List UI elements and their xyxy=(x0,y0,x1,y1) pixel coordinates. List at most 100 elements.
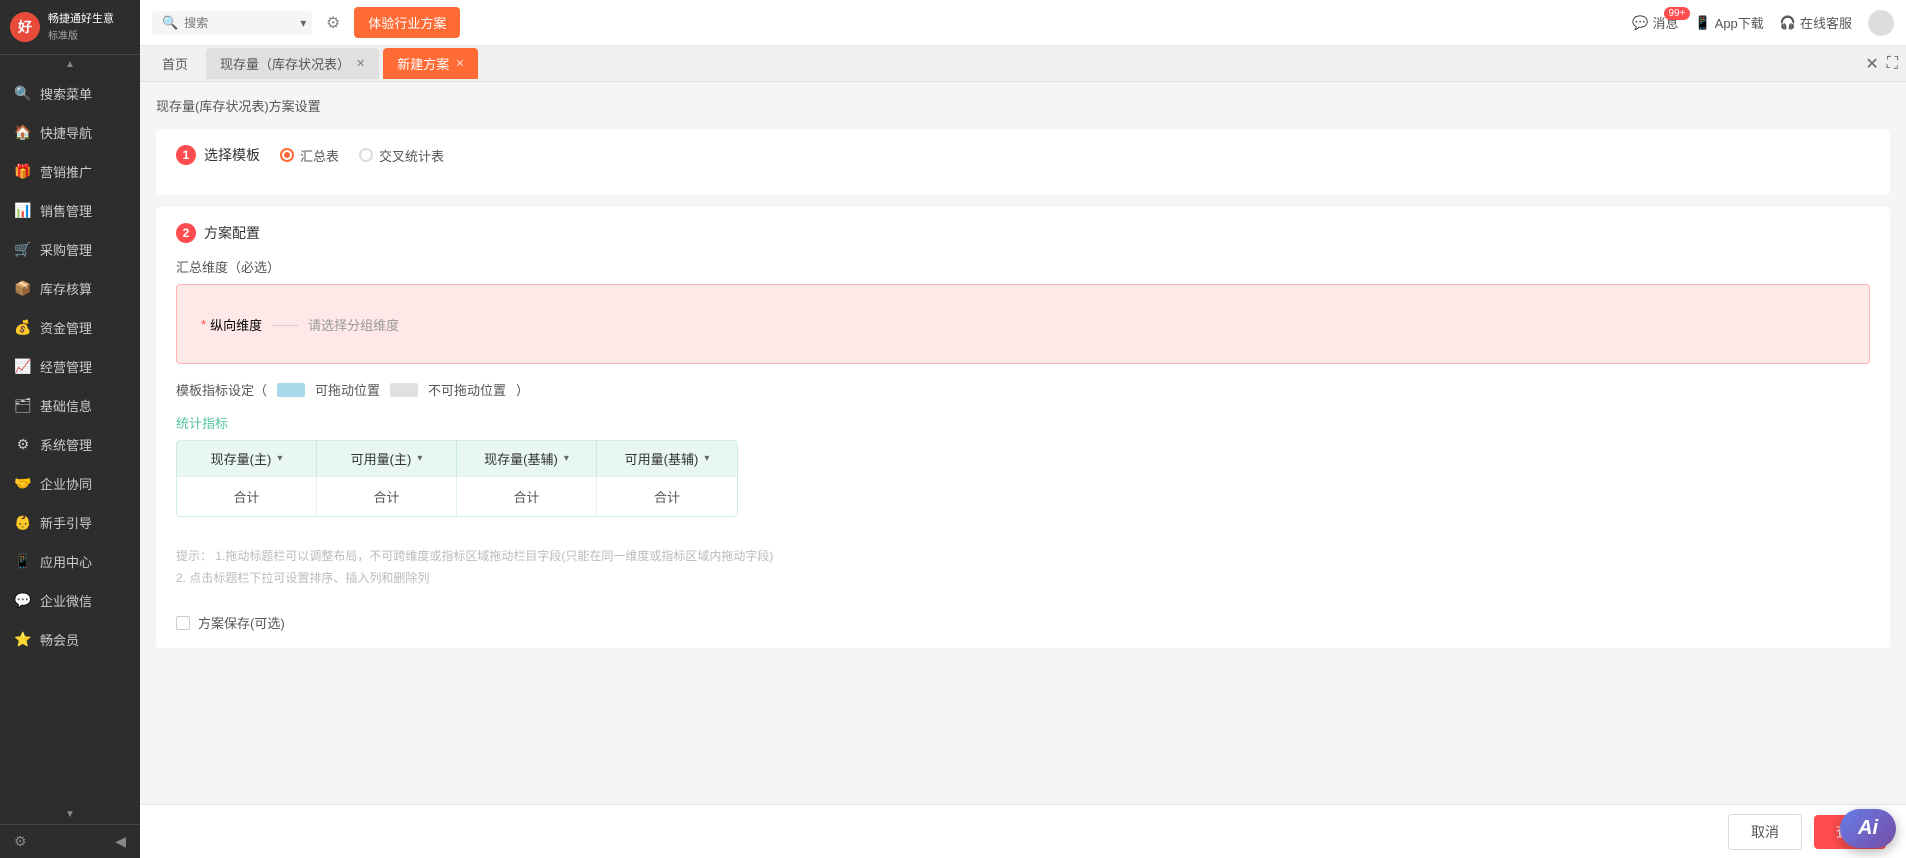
stats-table: 现存量(主) ▾ 可用量(主) ▾ 现存量(基辅) ▾ 可用量(基辅) xyxy=(176,440,738,517)
step2-header: 2 方案配置 xyxy=(176,223,1870,243)
stats-header-base-qty[interactable]: 现存量(基辅) ▾ xyxy=(457,441,597,476)
main-qty-chevron: ▾ xyxy=(277,453,282,464)
ai-fab-button[interactable]: Ai xyxy=(1840,809,1896,848)
available-qty-label: 可用量(主) xyxy=(351,449,412,468)
radio-cross-circle xyxy=(359,148,373,162)
stats-header-available-qty[interactable]: 可用量(主) ▾ xyxy=(317,441,457,476)
base-available-label: 可用量(基辅) xyxy=(625,449,699,468)
search-input[interactable] xyxy=(184,16,294,30)
topbar-gear-icon[interactable]: ⚙ xyxy=(326,13,340,33)
sidebar-item-newbie[interactable]: 👶 新手引导 xyxy=(0,503,140,542)
user-menu[interactable] xyxy=(1868,10,1894,36)
footer-bar: 取消 查询 xyxy=(140,804,1906,858)
sidebar-menu: 🔍 搜索菜单 🏠 快捷导航 🎁 营销推广 📊 销售管理 🛒 采购管理 📦 库存核… xyxy=(0,74,140,805)
tab-inventory-status[interactable]: 现存量（库存状况表） ✕ xyxy=(206,48,379,79)
sidebar-item-sales[interactable]: 📊 销售管理 xyxy=(0,191,140,230)
stats-body-available-qty: 合计 xyxy=(317,477,457,516)
folder-icon: 🗂 xyxy=(14,397,32,415)
search-dropdown-button[interactable]: ▾ xyxy=(300,16,306,30)
stats-body-base-qty: 合计 xyxy=(457,477,597,516)
search-box[interactable]: 🔍 ▾ xyxy=(152,11,312,35)
sidebar-scroll-up[interactable]: ▲ xyxy=(0,55,140,74)
sidebar-scroll-down[interactable]: ▼ xyxy=(0,805,140,824)
save-section: 方案保存(可选) xyxy=(176,613,1870,632)
sidebar-item-wechat[interactable]: 💬 企业微信 xyxy=(0,581,140,620)
chart-icon: 📊 xyxy=(14,202,32,220)
template-setting-prefix: 模板指标设定（ xyxy=(176,380,267,399)
sidebar-item-apps[interactable]: 📱 应用中心 xyxy=(0,542,140,581)
sidebar-item-basic[interactable]: 🗂 基础信息 xyxy=(0,386,140,425)
radio-summary[interactable]: 汇总表 xyxy=(280,146,339,165)
topbar: 🔍 ▾ ⚙ 体验行业方案 💬 消息 99+ 📱 App下载 🎧 在线客服 xyxy=(140,0,1906,46)
movable-label: 可拖动位置 xyxy=(315,380,380,399)
stats-body-row: 合计 合计 合计 合计 xyxy=(177,476,737,516)
online-service-button[interactable]: 🎧 在线客服 xyxy=(1780,13,1852,32)
stats-header-main-qty[interactable]: 现存量(主) ▾ xyxy=(177,441,317,476)
separator: —— xyxy=(272,317,298,332)
sidebar-item-label: 企业微信 xyxy=(40,591,92,610)
tip-1: 1.拖动标题栏可以调整布局，不可跨维度或指标区域拖动栏目字段(只能在同一维度或指… xyxy=(215,549,773,563)
tab-home[interactable]: 首页 xyxy=(148,48,202,79)
home-icon: 🏠 xyxy=(14,124,32,142)
cart-icon: 🛒 xyxy=(14,241,32,259)
tab-inventory-close[interactable]: ✕ xyxy=(356,57,365,70)
app-download-button[interactable]: 📱 App下载 xyxy=(1694,13,1763,32)
sidebar-item-label: 系统管理 xyxy=(40,435,92,454)
tips-title-label: 提示： xyxy=(176,549,212,563)
template-radio-group: 汇总表 交叉统计表 xyxy=(280,146,444,165)
main-area: 🔍 ▾ ⚙ 体验行业方案 💬 消息 99+ 📱 App下载 🎧 在线客服 xyxy=(140,0,1906,858)
vertical-dimension-label: 纵向维度 xyxy=(210,315,262,334)
dimension-section-label: 汇总维度（必选） xyxy=(176,257,1870,276)
stats-section: 统计指标 现存量(主) ▾ 可用量(主) ▾ 现存量(基辅) xyxy=(176,413,1870,520)
step1-header: 1 选择模板 汇总表 交叉统计表 xyxy=(176,145,1870,165)
tab-new-scheme[interactable]: 新建方案 ✕ xyxy=(383,48,478,79)
trend-icon: 📈 xyxy=(14,358,32,376)
gear-icon: ⚙ xyxy=(14,436,32,454)
template-setting: 模板指标设定（ 可拖动位置 不可拖动位置 ） xyxy=(176,380,1870,399)
save-checkbox[interactable] xyxy=(176,616,190,630)
sidebar-item-marketing[interactable]: 🎁 营销推广 xyxy=(0,152,140,191)
radio-cross[interactable]: 交叉统计表 xyxy=(359,146,444,165)
tips-section: 提示： 1.拖动标题栏可以调整布局，不可跨维度或指标区域拖动栏目字段(只能在同一… xyxy=(176,536,1870,599)
sidebar-item-label: 销售管理 xyxy=(40,201,92,220)
sidebar-item-system[interactable]: ⚙ 系统管理 xyxy=(0,425,140,464)
sidebar-item-label: 营销推广 xyxy=(40,162,92,181)
sidebar-item-label: 资金管理 xyxy=(40,318,92,337)
step2-label: 方案配置 xyxy=(204,223,260,243)
tab-new-scheme-close[interactable]: ✕ xyxy=(455,57,464,70)
sidebar-item-search[interactable]: 🔍 搜索菜单 xyxy=(0,74,140,113)
close-panel-icon[interactable]: ✕ xyxy=(1865,54,1878,74)
tabbar: 首页 现存量（库存状况表） ✕ 新建方案 ✕ ✕ ⛶ xyxy=(140,46,1906,82)
dimension-area[interactable]: * 纵向维度 —— 请选择分组维度 xyxy=(176,284,1870,364)
sidebar-item-label: 基础信息 xyxy=(40,396,92,415)
sidebar-item-member[interactable]: ⭐ 畅会员 xyxy=(0,620,140,659)
sidebar-item-shortcut[interactable]: 🏠 快捷导航 xyxy=(0,113,140,152)
message-icon: 💬 xyxy=(1632,15,1648,31)
step1-badge: 1 xyxy=(176,145,196,165)
stats-header-base-available[interactable]: 可用量(基辅) ▾ xyxy=(597,441,737,476)
sidebar-item-label: 企业协同 xyxy=(40,474,92,493)
template-setting-suffix: ） xyxy=(516,380,529,399)
tab-new-scheme-label: 新建方案 xyxy=(397,54,449,73)
radio-summary-circle xyxy=(280,148,294,162)
app-download-label: App下载 xyxy=(1715,13,1764,32)
tip-title: 提示： 1.拖动标题栏可以调整布局，不可跨维度或指标区域拖动栏目字段(只能在同一… xyxy=(176,546,1870,568)
sidebar-item-purchase[interactable]: 🛒 采购管理 xyxy=(0,230,140,269)
star-icon: ⭐ xyxy=(14,631,32,649)
cancel-button[interactable]: 取消 xyxy=(1728,814,1802,850)
messages-button[interactable]: 💬 消息 99+ xyxy=(1632,13,1678,32)
sidebar-item-business[interactable]: 📈 经营管理 xyxy=(0,347,140,386)
topbar-right: 💬 消息 99+ 📱 App下载 🎧 在线客服 xyxy=(1632,10,1894,36)
collapse-icon[interactable]: ◀ xyxy=(115,833,126,850)
step1-section: 1 选择模板 汇总表 交叉统计表 xyxy=(156,129,1890,195)
sidebar-item-finance[interactable]: 💰 资金管理 xyxy=(0,308,140,347)
sidebar-item-label: 新手引导 xyxy=(40,513,92,532)
settings-icon[interactable]: ⚙ xyxy=(14,833,27,850)
sidebar-item-cooperation[interactable]: 🤝 企业协同 xyxy=(0,464,140,503)
expand-icon[interactable]: ⛶ xyxy=(1887,55,1898,73)
phone-icon: 📱 xyxy=(14,553,32,571)
sidebar-footer: ⚙ ◀ xyxy=(0,824,140,858)
app-version: 标准版 xyxy=(48,27,114,42)
sidebar-item-inventory[interactable]: 📦 库存核算 xyxy=(0,269,140,308)
trial-button[interactable]: 体验行业方案 xyxy=(354,7,460,38)
